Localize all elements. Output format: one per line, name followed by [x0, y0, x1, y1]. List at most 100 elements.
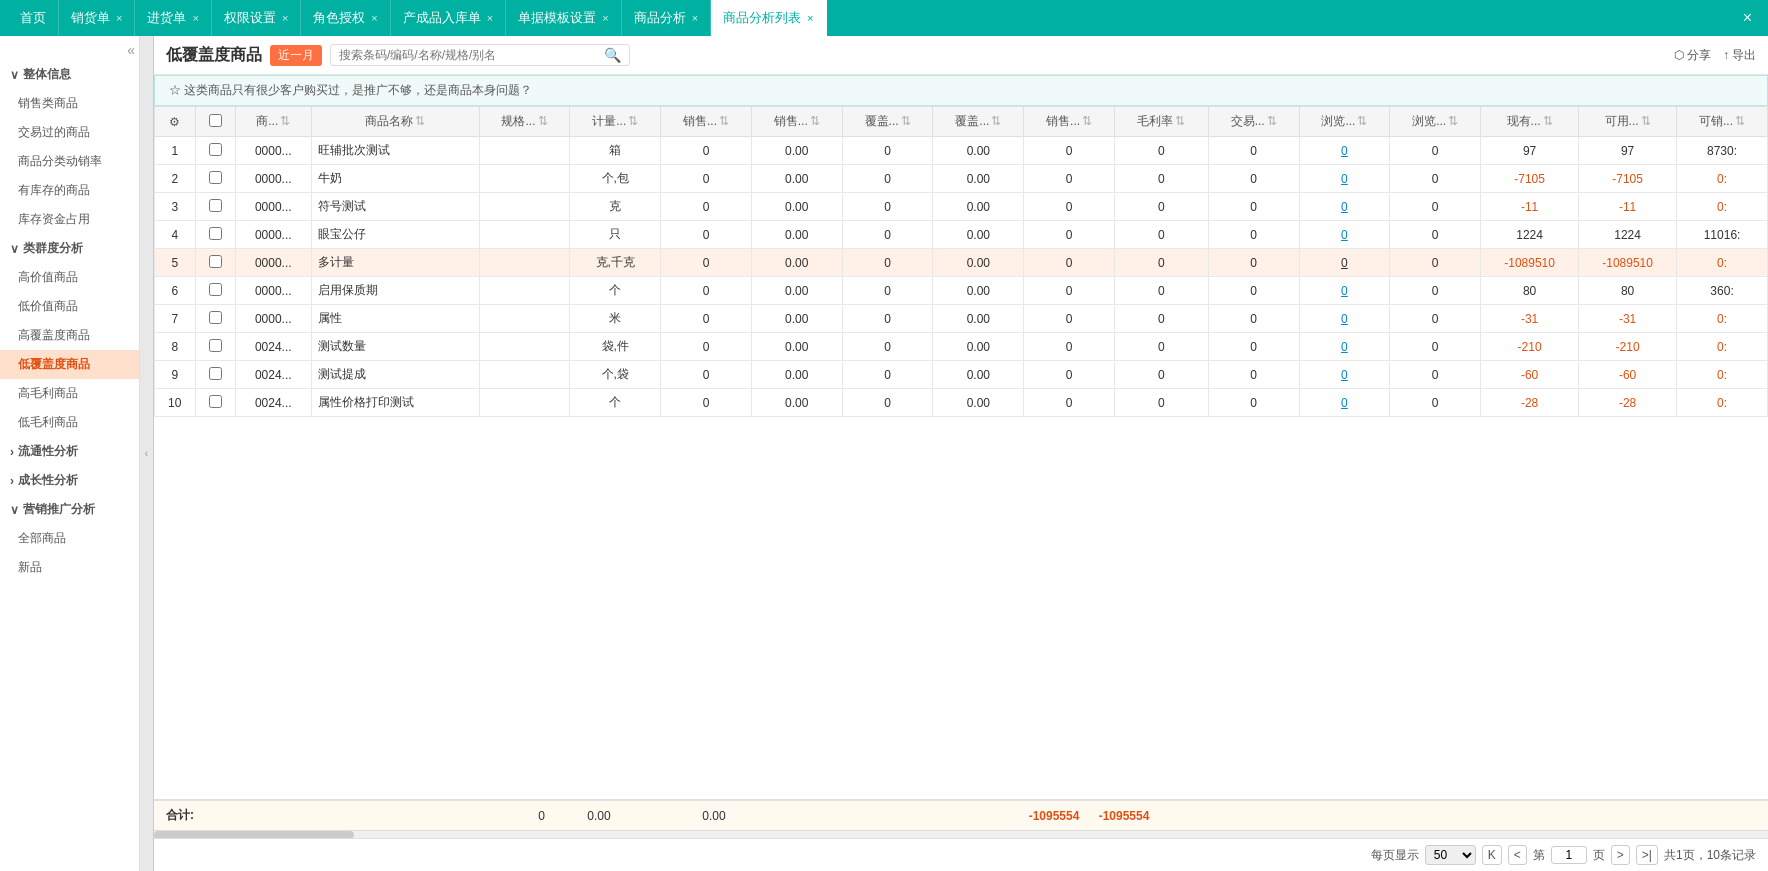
nav-tab-role[interactable]: 角色授权 ×	[301, 0, 390, 36]
row-checkbox[interactable]	[209, 367, 222, 380]
row-checkbox[interactable]	[209, 143, 222, 156]
row-browse1-link[interactable]: 0	[1299, 333, 1390, 361]
row-check[interactable]	[195, 165, 235, 193]
row-check[interactable]	[195, 277, 235, 305]
close-analysis-list-tab[interactable]: ×	[807, 12, 813, 24]
sidebar-item-new-goods[interactable]: 新品	[0, 553, 139, 582]
col-browse1[interactable]: 浏览...⇅	[1299, 107, 1390, 137]
search-input[interactable]	[339, 48, 600, 62]
sidebar-section-circulation[interactable]: › 流通性分析	[0, 437, 139, 466]
col-sales-amt[interactable]: 销售...⇅	[751, 107, 842, 137]
sidebar-item-all-goods[interactable]: 全部商品	[0, 524, 139, 553]
row-browse1-link[interactable]: 0	[1299, 193, 1390, 221]
sidebar-section-marketing[interactable]: ∨ 营销推广分析	[0, 495, 139, 524]
prev-page-btn[interactable]: <	[1508, 845, 1527, 865]
row-check[interactable]	[195, 333, 235, 361]
row-checkbox[interactable]	[209, 283, 222, 296]
sidebar-collapse-btn[interactable]: «	[127, 42, 135, 58]
horizontal-scrollbar[interactable]	[154, 830, 1768, 838]
row-browse1-link[interactable]: 0	[1299, 361, 1390, 389]
col-current[interactable]: 现有...⇅	[1481, 107, 1579, 137]
sidebar-section-growth[interactable]: › 成长性分析	[0, 466, 139, 495]
col-unit[interactable]: 计量...⇅	[570, 107, 661, 137]
row-check[interactable]	[195, 249, 235, 277]
sidebar-section-cluster[interactable]: ∨ 类群度分析	[0, 234, 139, 263]
sidebar-item-high-coverage[interactable]: 高覆盖度商品	[0, 321, 139, 350]
sidebar-item-high-margin[interactable]: 高毛利商品	[0, 379, 139, 408]
sidebar-item-stock-capital[interactable]: 库存资金占用	[0, 205, 139, 234]
row-browse1-link[interactable]: 0	[1299, 249, 1390, 277]
col-browse2[interactable]: 浏览...⇅	[1390, 107, 1481, 137]
export-button[interactable]: ↑ 导出	[1723, 47, 1756, 64]
nav-tab-analysis-list[interactable]: 商品分析列表 ×	[711, 0, 826, 36]
col-spec[interactable]: 规格...⇅	[479, 107, 570, 137]
search-icon[interactable]: 🔍	[604, 47, 621, 63]
col-available[interactable]: 可用...⇅	[1579, 107, 1677, 137]
col-sales3[interactable]: 销售...⇅	[1024, 107, 1115, 137]
sidebar-item-high-value[interactable]: 高价值商品	[0, 263, 139, 292]
sidebar-collapse-strip[interactable]: ‹	[140, 36, 154, 871]
row-browse1-link[interactable]: 0	[1299, 137, 1390, 165]
close-sales-tab[interactable]: ×	[116, 12, 122, 24]
col-coverage2[interactable]: 覆盖...⇅	[933, 107, 1024, 137]
share-button[interactable]: ⬡ 分享	[1674, 47, 1711, 64]
sidebar-item-traded-goods[interactable]: 交易过的商品	[0, 118, 139, 147]
row-check[interactable]	[195, 193, 235, 221]
col-name[interactable]: 商品名称⇅	[311, 107, 479, 137]
nav-tab-permission[interactable]: 权限设置 ×	[212, 0, 301, 36]
row-check[interactable]	[195, 137, 235, 165]
per-page-select[interactable]: 50 20 100 200	[1425, 845, 1476, 865]
per-page-label: 每页显示	[1371, 847, 1419, 864]
col-gross-rate[interactable]: 毛利率⇅	[1114, 107, 1208, 137]
first-page-btn[interactable]: K	[1482, 845, 1502, 865]
row-checkbox[interactable]	[209, 311, 222, 324]
close-permission-tab[interactable]: ×	[282, 12, 288, 24]
row-checkbox[interactable]	[209, 171, 222, 184]
sidebar-item-sales-goods[interactable]: 销售类商品	[0, 89, 139, 118]
select-all-checkbox[interactable]	[209, 114, 222, 127]
last-page-btn[interactable]: >|	[1636, 845, 1658, 865]
next-page-btn[interactable]: >	[1611, 845, 1630, 865]
row-checkbox[interactable]	[209, 395, 222, 408]
sidebar-item-low-value[interactable]: 低价值商品	[0, 292, 139, 321]
nav-tab-analysis[interactable]: 商品分析 ×	[622, 0, 711, 36]
close-template-tab[interactable]: ×	[602, 12, 608, 24]
close-all-tabs[interactable]: ×	[1735, 5, 1760, 31]
col-check[interactable]	[195, 107, 235, 137]
col-code[interactable]: 商...⇅	[235, 107, 311, 137]
row-check[interactable]	[195, 389, 235, 417]
nav-tab-warehouse[interactable]: 产成品入库单 ×	[391, 0, 506, 36]
close-role-tab[interactable]: ×	[371, 12, 377, 24]
nav-tab-sales[interactable]: 销货单 ×	[59, 0, 135, 36]
nav-tab-home[interactable]: 首页	[8, 0, 59, 36]
sidebar-item-category-sales-rate[interactable]: 商品分类动销率	[0, 147, 139, 176]
row-checkbox[interactable]	[209, 227, 222, 240]
sidebar-section-overall[interactable]: ∨ 整体信息	[0, 60, 139, 89]
page-input[interactable]	[1551, 846, 1587, 864]
nav-tab-template[interactable]: 单据模板设置 ×	[506, 0, 621, 36]
sidebar-item-with-stock[interactable]: 有库存的商品	[0, 176, 139, 205]
col-coverage1[interactable]: 覆盖...⇅	[842, 107, 933, 137]
col-sales-qty[interactable]: 销售...⇅	[661, 107, 752, 137]
row-browse1-link[interactable]: 0	[1299, 389, 1390, 417]
col-saleable[interactable]: 可销...⇅	[1677, 107, 1768, 137]
row-browse1-link[interactable]: 0	[1299, 277, 1390, 305]
row-checkbox[interactable]	[209, 339, 222, 352]
row-checkbox[interactable]	[209, 199, 222, 212]
row-check[interactable]	[195, 305, 235, 333]
col-trans[interactable]: 交易...⇅	[1208, 107, 1299, 137]
date-filter-button[interactable]: 近一月	[270, 45, 322, 66]
row-check[interactable]	[195, 361, 235, 389]
row-checkbox[interactable]	[209, 255, 222, 268]
row-browse1-link[interactable]: 0	[1299, 165, 1390, 193]
row-check[interactable]	[195, 221, 235, 249]
row-browse1-link[interactable]: 0	[1299, 221, 1390, 249]
row-browse1-link[interactable]: 0	[1299, 305, 1390, 333]
sidebar-item-low-coverage[interactable]: 低覆盖度商品	[0, 350, 139, 379]
close-warehouse-tab[interactable]: ×	[487, 12, 493, 24]
close-purchase-tab[interactable]: ×	[192, 12, 198, 24]
sidebar-item-low-margin[interactable]: 低毛利商品	[0, 408, 139, 437]
col-settings[interactable]: ⚙	[155, 107, 196, 137]
close-analysis-tab[interactable]: ×	[692, 12, 698, 24]
nav-tab-purchase[interactable]: 进货单 ×	[135, 0, 211, 36]
